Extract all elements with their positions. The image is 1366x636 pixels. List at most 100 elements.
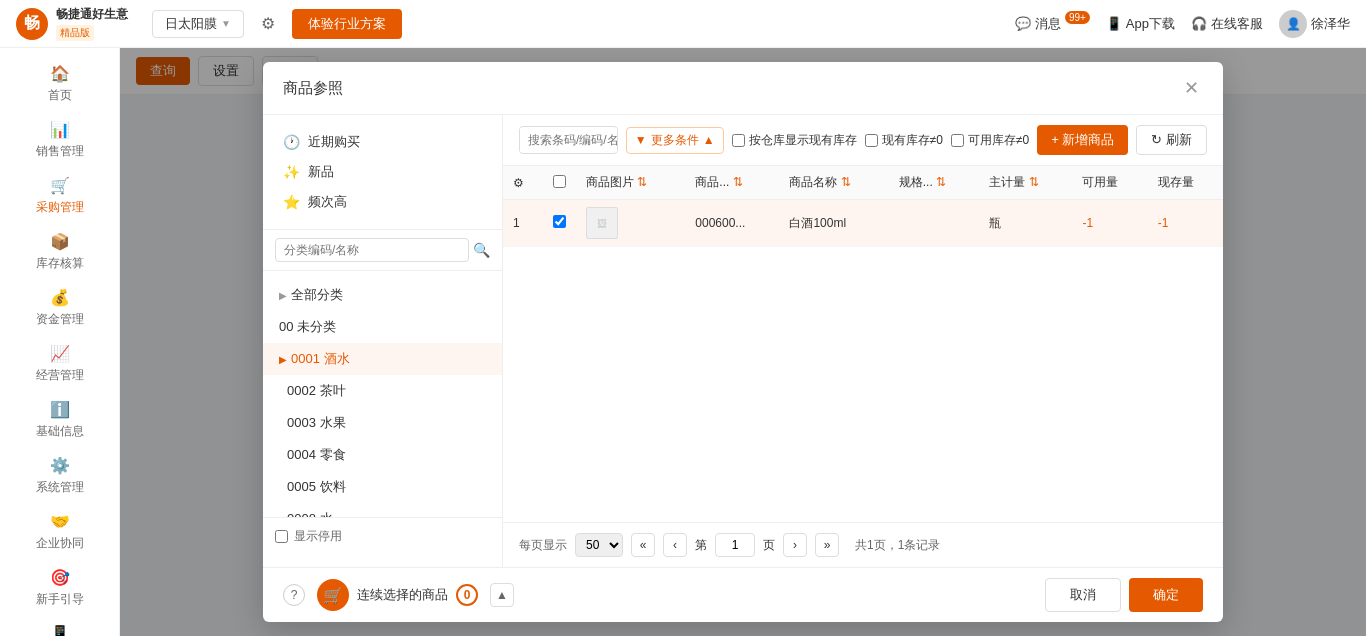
cat-item-3[interactable]: 0003 水果 — [263, 407, 502, 439]
filter-bar: 🔍 ▼ 更多条件 ▲ 按仓库显示现有库存 — [503, 115, 1223, 166]
cat-item-5[interactable]: 0005 饮料 — [263, 471, 502, 503]
category-search-bar: 🔍 — [263, 230, 502, 271]
sidebar-item-collab[interactable]: 🤝 企业协同 — [0, 504, 119, 560]
cat-item-all[interactable]: ▶ 全部分类 — [263, 279, 502, 311]
page-number-input[interactable] — [715, 533, 755, 557]
cell-code: 000600... — [685, 200, 779, 247]
sidebar-item-inventory[interactable]: 📦 库存核算 — [0, 224, 119, 280]
sidebar-item-finance[interactable]: 💰 资金管理 — [0, 280, 119, 336]
col-spec[interactable]: 规格... ⇅ — [889, 166, 980, 200]
show-disabled-label[interactable]: 显示停用 — [294, 528, 342, 545]
prev-page-button[interactable]: ‹ — [663, 533, 687, 557]
col-name[interactable]: 商品名称 ⇅ — [779, 166, 888, 200]
add-product-button[interactable]: + 新增商品 — [1037, 125, 1128, 155]
left-panel: 🕐 近期购买 ✨ 新品 ⭐ 频次高 — [263, 115, 503, 567]
cell-checkbox[interactable] — [543, 200, 576, 247]
quick-item-new[interactable]: ✨ 新品 — [275, 157, 490, 187]
cat-item-0[interactable]: 00 未分类 — [263, 311, 502, 343]
collapse-footer-button[interactable]: ▲ — [490, 583, 514, 607]
show-disabled-checkbox[interactable] — [275, 530, 288, 543]
app-center-icon: 📱 — [50, 624, 70, 636]
cat-item-4[interactable]: 0004 零食 — [263, 439, 502, 471]
sidebar-item-sales[interactable]: 📊 销售管理 — [0, 112, 119, 168]
checkbox-nonzero-stock[interactable]: 现有库存≠0 — [865, 132, 943, 149]
table-row[interactable]: 1 🖼 — [503, 200, 1223, 247]
modal-body: 🕐 近期购买 ✨ 新品 ⭐ 频次高 — [263, 115, 1223, 567]
cancel-button[interactable]: 取消 — [1045, 578, 1121, 612]
trial-button[interactable]: 体验行业方案 — [292, 9, 402, 39]
select-all-checkbox[interactable] — [553, 175, 566, 188]
app-download-item[interactable]: 📱 App下载 — [1106, 15, 1175, 33]
per-page-select[interactable]: 50 — [575, 533, 623, 557]
checkbox-available-nonzero[interactable]: 可用库存≠0 — [951, 132, 1029, 149]
category-search-input[interactable] — [275, 238, 469, 262]
cart-icon[interactable]: 🛒 — [317, 579, 349, 611]
col-unit[interactable]: 主计量 ⇅ — [979, 166, 1072, 200]
col-settings[interactable]: ⚙ — [503, 166, 543, 200]
filter-collapse-icon: ▲ — [703, 133, 715, 147]
sidebar-item-guide[interactable]: 🎯 新手引导 — [0, 560, 119, 616]
col-checkbox — [543, 166, 576, 200]
col-image[interactable]: 商品图片 ⇅ — [576, 166, 685, 200]
col-available: 可用量 — [1072, 166, 1147, 200]
filter-icon: ▼ — [635, 133, 647, 147]
sidebar-item-app-center[interactable]: 📱 应用中心 — [0, 616, 119, 636]
modal-close-button[interactable]: ✕ — [1179, 76, 1203, 100]
purchase-icon: 🛒 — [50, 176, 70, 195]
store-selector[interactable]: 日太阳膜 ▼ — [152, 10, 244, 38]
filter-right-actions: + 新增商品 ↻ 刷新 — [1037, 125, 1207, 155]
gear-icon[interactable]: ⚙ — [252, 8, 284, 40]
guide-icon: 🎯 — [50, 568, 70, 587]
system-icon: ⚙️ — [50, 456, 70, 475]
cell-image: 🖼 — [576, 200, 685, 247]
pagination: 每页显示 50 « ‹ 第 页 — [503, 522, 1223, 567]
warehouse-stock-checkbox[interactable] — [732, 134, 745, 147]
message-nav-item[interactable]: 💬 消息 99+ — [1015, 15, 1090, 33]
sort-icon-code: ⇅ — [733, 175, 743, 189]
online-service-item[interactable]: 🎧 在线客服 — [1191, 15, 1263, 33]
sidebar-item-basic-info[interactable]: ℹ️ 基础信息 — [0, 392, 119, 448]
footer-right: 取消 确定 — [1045, 578, 1203, 612]
category-search-icon[interactable]: 🔍 — [473, 242, 490, 258]
main-content: 查询 设置 刷新 商品参照 ✕ — [120, 48, 1366, 636]
table-settings-icon: ⚙ — [513, 176, 524, 190]
col-stock: 现存量 — [1148, 166, 1223, 200]
top-nav: 畅 畅捷通好生意 精品版 日太阳膜 ▼ ⚙ 体验行业方案 💬 消息 99+ 📱 … — [0, 0, 1366, 48]
cell-seq: 1 — [503, 200, 543, 247]
sales-icon: 📊 — [50, 120, 70, 139]
nonzero-stock-checkbox[interactable] — [865, 134, 878, 147]
prev-page-icon: ‹ — [673, 538, 677, 552]
sidebar-item-home[interactable]: 🏠 首页 — [0, 56, 119, 112]
cell-spec — [889, 200, 980, 247]
user-avatar-area[interactable]: 👤 徐泽华 — [1279, 10, 1350, 38]
quick-item-frequent[interactable]: ⭐ 频次高 — [275, 187, 490, 217]
image-placeholder-icon: 🖼 — [597, 218, 607, 229]
cat-item-1[interactable]: ▶ 0001 酒水 — [263, 343, 502, 375]
cat-item-6[interactable]: 0008 水 — [263, 503, 502, 517]
refresh-button[interactable]: ↻ 刷新 — [1136, 125, 1207, 155]
sidebar-item-purchase[interactable]: 🛒 采购管理 — [0, 168, 119, 224]
checkbox-warehouse-stock[interactable]: 按仓库显示现有库存 — [732, 132, 857, 149]
sort-icon-unit: ⇅ — [1029, 175, 1039, 189]
avatar: 👤 — [1279, 10, 1307, 38]
cat-item-2[interactable]: 0002 茶叶 — [263, 375, 502, 407]
product-search-input[interactable] — [520, 128, 618, 152]
row-checkbox[interactable] — [553, 215, 566, 228]
home-icon: 🏠 — [50, 64, 70, 83]
available-nonzero-checkbox[interactable] — [951, 134, 964, 147]
modal-header: 商品参照 ✕ — [263, 62, 1223, 115]
last-page-button[interactable]: » — [815, 533, 839, 557]
first-page-button[interactable]: « — [631, 533, 655, 557]
confirm-button[interactable]: 确定 — [1129, 578, 1203, 612]
next-page-button[interactable]: › — [783, 533, 807, 557]
sidebar-item-operation[interactable]: 📈 经营管理 — [0, 336, 119, 392]
cart-section: 🛒 连续选择的商品 0 — [317, 579, 478, 611]
quick-item-recent[interactable]: 🕐 近期购买 — [275, 127, 490, 157]
help-icon-button[interactable]: ? — [283, 584, 305, 606]
cell-available: -1 — [1072, 200, 1147, 247]
message-badge: 99+ — [1065, 11, 1090, 24]
col-code[interactable]: 商品... ⇅ — [685, 166, 779, 200]
sidebar-item-system[interactable]: ⚙️ 系统管理 — [0, 448, 119, 504]
filter-more-button[interactable]: ▼ 更多条件 ▲ — [626, 127, 724, 154]
product-table: ⚙ 商品图片 ⇅ — [503, 166, 1223, 247]
